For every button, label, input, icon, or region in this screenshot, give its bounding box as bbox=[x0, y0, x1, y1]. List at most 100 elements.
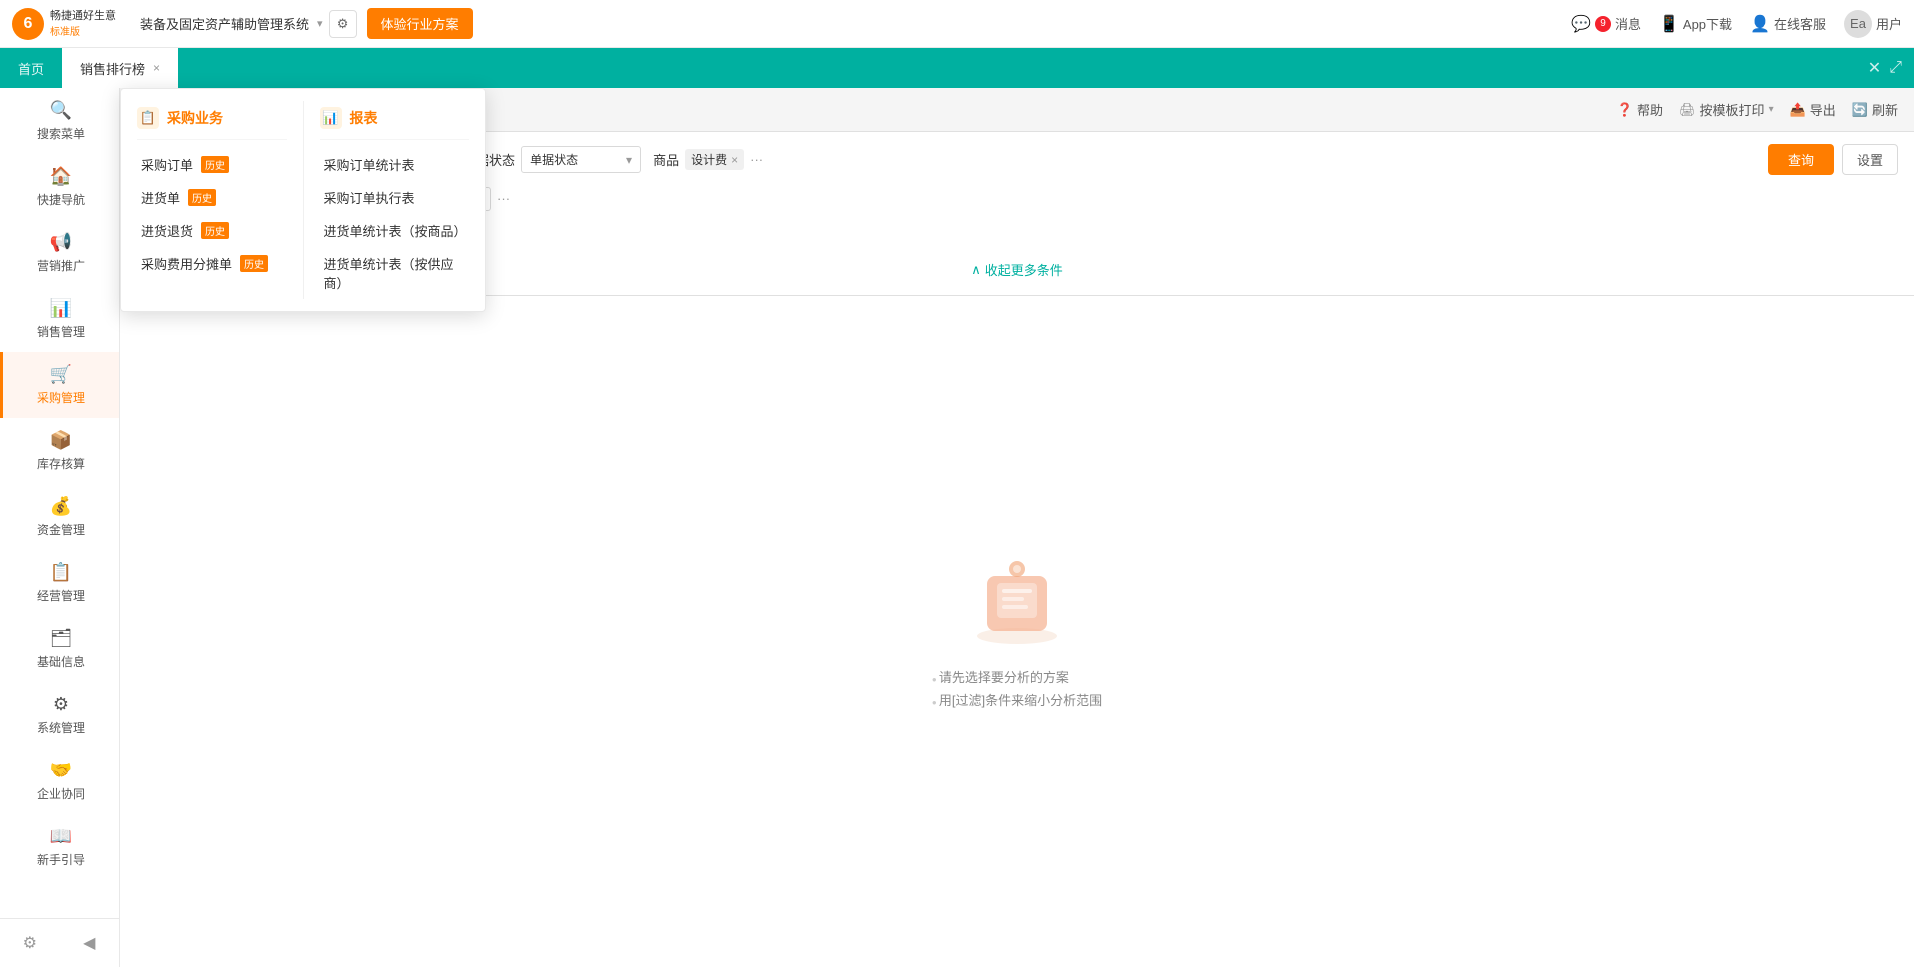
user-button[interactable]: Ea 用户 bbox=[1844, 10, 1902, 38]
purchase-expense-label: 采购费用分摊单 bbox=[141, 254, 232, 273]
goods-return-history[interactable]: 历史 bbox=[201, 222, 229, 239]
salesperson-dots[interactable]: ··· bbox=[497, 191, 510, 206]
goods-return-label: 进货退货 bbox=[141, 221, 193, 240]
sidebar-item-marketing[interactable]: 📢 营销推广 bbox=[0, 220, 119, 286]
service-button[interactable]: 👤 在线客服 bbox=[1750, 14, 1826, 34]
doc-status-select[interactable]: 单据状态 ▾ bbox=[521, 146, 641, 173]
tab-sales-rank-label: 销售排行榜 bbox=[80, 59, 145, 78]
export-icon: 📤 bbox=[1790, 102, 1806, 118]
logo-area: 6 畅捷通好生意 标准版 bbox=[12, 8, 132, 40]
tab-close-icon[interactable]: × bbox=[153, 61, 160, 75]
query-button[interactable]: 查询 bbox=[1768, 144, 1834, 175]
doc-status-arrow: ▾ bbox=[626, 153, 632, 167]
report-col: 📊 报表 采购订单统计表 采购订单执行表 进货单统计表（按商品） 进货单统计表（… bbox=[303, 101, 486, 299]
gear-button[interactable]: ⚙ bbox=[329, 10, 357, 38]
goods-tag-close[interactable]: × bbox=[731, 153, 738, 167]
app-icon: 📱 bbox=[1659, 14, 1679, 34]
system-name: 装备及固定资产辅助管理系统 ▾ bbox=[140, 14, 323, 33]
logo-icon: 6 bbox=[12, 8, 44, 40]
tab-home[interactable]: 首页 bbox=[0, 48, 62, 88]
export-label: 导出 bbox=[1810, 100, 1836, 119]
print-label: 按模板打印 bbox=[1700, 100, 1765, 119]
sidebar-item-search-label: 搜索菜单 bbox=[37, 125, 85, 142]
collapse-icon: ∧ bbox=[971, 262, 981, 278]
purchase-dropdown-menu: 📋 采购业务 采购订单 历史 进货单 历史 进货退货 历史 采购费用分摊单 历史… bbox=[120, 88, 486, 312]
sidebar-item-basic[interactable]: 🗂 基础信息 bbox=[0, 616, 119, 682]
help-label: 帮助 bbox=[1637, 100, 1663, 119]
sidebar-item-sales[interactable]: 📊 销售管理 bbox=[0, 286, 119, 352]
tab-close-window-icon[interactable]: ✕ bbox=[1868, 58, 1881, 78]
app-download-button[interactable]: 📱 App下载 bbox=[1659, 14, 1732, 34]
sidebar-item-finance[interactable]: 💰 资金管理 bbox=[0, 484, 119, 550]
dropdown-goods-stat-by-item[interactable]: 进货单统计表（按商品） bbox=[320, 214, 470, 247]
collapse-label: 收起更多条件 bbox=[985, 260, 1063, 279]
help-button[interactable]: ❓ 帮助 bbox=[1617, 100, 1663, 119]
refresh-button[interactable]: 🔄 刷新 bbox=[1852, 100, 1898, 119]
sidebar-collapse-btn[interactable]: ◀ bbox=[60, 927, 120, 959]
service-icon: 👤 bbox=[1750, 14, 1770, 34]
tab-expand-icon[interactable]: ⤢ bbox=[1889, 59, 1902, 77]
sidebar-item-purchase[interactable]: 🛒 采购管理 bbox=[0, 352, 119, 418]
header-right: 💬 9 消息 📱 App下载 👤 在线客服 Ea 用户 bbox=[1571, 10, 1902, 38]
refresh-icon: 🔄 bbox=[1852, 102, 1868, 118]
message-label: 消息 bbox=[1615, 14, 1641, 33]
basic-icon: 🗂 bbox=[50, 628, 73, 649]
message-icon: 💬 bbox=[1571, 14, 1591, 34]
sidebar-item-newuser-label: 新手引导 bbox=[37, 851, 85, 868]
sidebar-item-sales-label: 销售管理 bbox=[37, 323, 85, 340]
sidebar-item-nav[interactable]: 🏠 快捷导航 bbox=[0, 154, 119, 220]
sidebar-item-newuser[interactable]: 📖 新手引导 bbox=[0, 814, 119, 880]
refresh-label: 刷新 bbox=[1872, 100, 1898, 119]
sidebar-item-operations[interactable]: 📋 经营管理 bbox=[0, 550, 119, 616]
dropdown-goods-stat-by-supplier[interactable]: 进货单统计表（按供应商） bbox=[320, 247, 470, 299]
system-arrow-icon[interactable]: ▾ bbox=[317, 17, 323, 30]
report-col-title: 报表 bbox=[350, 108, 378, 128]
tab-bar: 首页 销售排行榜 × ✕ ⤢ bbox=[0, 48, 1914, 88]
tab-sales-rank[interactable]: 销售排行榜 × bbox=[62, 48, 178, 88]
goods-receipt-history[interactable]: 历史 bbox=[188, 189, 216, 206]
search-icon: 🔍 bbox=[50, 100, 72, 121]
sidebar-settings-btn[interactable]: ⚙ bbox=[0, 927, 60, 959]
export-button[interactable]: 📤 导出 bbox=[1790, 100, 1836, 119]
sidebar-item-search[interactable]: 🔍 搜索菜单 bbox=[0, 88, 119, 154]
empty-hints: 请先选择要分析的方案 用[过滤]条件来缩小分析范围 bbox=[932, 663, 1102, 713]
sidebar-bottom: ⚙ ◀ bbox=[0, 918, 119, 967]
goods-filter: 商品 设计费 × ··· bbox=[653, 149, 763, 170]
goods-tag: 设计费 × bbox=[685, 149, 744, 170]
sidebar-item-system[interactable]: ⚙ 系统管理 bbox=[0, 682, 119, 748]
purchase-col-title: 采购业务 bbox=[167, 108, 223, 128]
dropdown-purchase-order-stat[interactable]: 采购订单统计表 bbox=[320, 148, 470, 181]
sales-icon: 📊 bbox=[50, 298, 72, 319]
goods-dots[interactable]: ··· bbox=[750, 152, 763, 167]
sidebar-item-operations-label: 经营管理 bbox=[37, 587, 85, 604]
goods-tag-value: 设计费 bbox=[691, 151, 727, 168]
sidebar-item-enterprise[interactable]: 🤝 企业协同 bbox=[0, 748, 119, 814]
print-button[interactable]: 🖨 按模板打印 ▾ bbox=[1679, 100, 1774, 119]
brand-name: 畅捷通好生意 bbox=[50, 9, 116, 23]
avatar: Ea bbox=[1844, 10, 1872, 38]
industry-button[interactable]: 体验行业方案 bbox=[367, 8, 473, 39]
logo-text-block: 畅捷通好生意 标准版 bbox=[50, 9, 116, 38]
collapse-button[interactable]: ∧ 收起更多条件 bbox=[971, 256, 1063, 283]
enterprise-icon: 🤝 bbox=[50, 760, 72, 781]
dropdown-purchase-order[interactable]: 采购订单 历史 bbox=[137, 148, 287, 181]
dropdown-purchase-expense[interactable]: 采购费用分摊单 历史 bbox=[137, 247, 287, 280]
dropdown-goods-return[interactable]: 进货退货 历史 bbox=[137, 214, 287, 247]
top-header: 6 畅捷通好生意 标准版 装备及固定资产辅助管理系统 ▾ ⚙ 体验行业方案 💬 … bbox=[0, 0, 1914, 48]
sidebar-item-inventory[interactable]: 📦 库存核算 bbox=[0, 418, 119, 484]
system-icon: ⚙ bbox=[53, 694, 69, 715]
dropdown-goods-receipt[interactable]: 进货单 历史 bbox=[137, 181, 287, 214]
purchase-icon: 🛒 bbox=[50, 364, 72, 385]
purchase-order-exec-label: 采购订单执行表 bbox=[324, 188, 415, 207]
purchase-order-history[interactable]: 历史 bbox=[201, 156, 229, 173]
message-button[interactable]: 💬 9 消息 bbox=[1571, 14, 1641, 34]
empty-state: 请先选择要分析的方案 用[过滤]条件来缩小分析范围 bbox=[120, 296, 1914, 967]
purchase-order-label: 采购订单 bbox=[141, 155, 193, 174]
action-buttons: 查询 设置 bbox=[1768, 144, 1898, 175]
settings-button[interactable]: 设置 bbox=[1842, 144, 1898, 175]
purchase-expense-history[interactable]: 历史 bbox=[240, 255, 268, 272]
purchase-col-icon: 📋 bbox=[137, 107, 159, 129]
dropdown-purchase-order-exec[interactable]: 采购订单执行表 bbox=[320, 181, 470, 214]
print-dropdown-icon[interactable]: ▾ bbox=[1769, 104, 1774, 115]
operations-icon: 📋 bbox=[50, 562, 72, 583]
